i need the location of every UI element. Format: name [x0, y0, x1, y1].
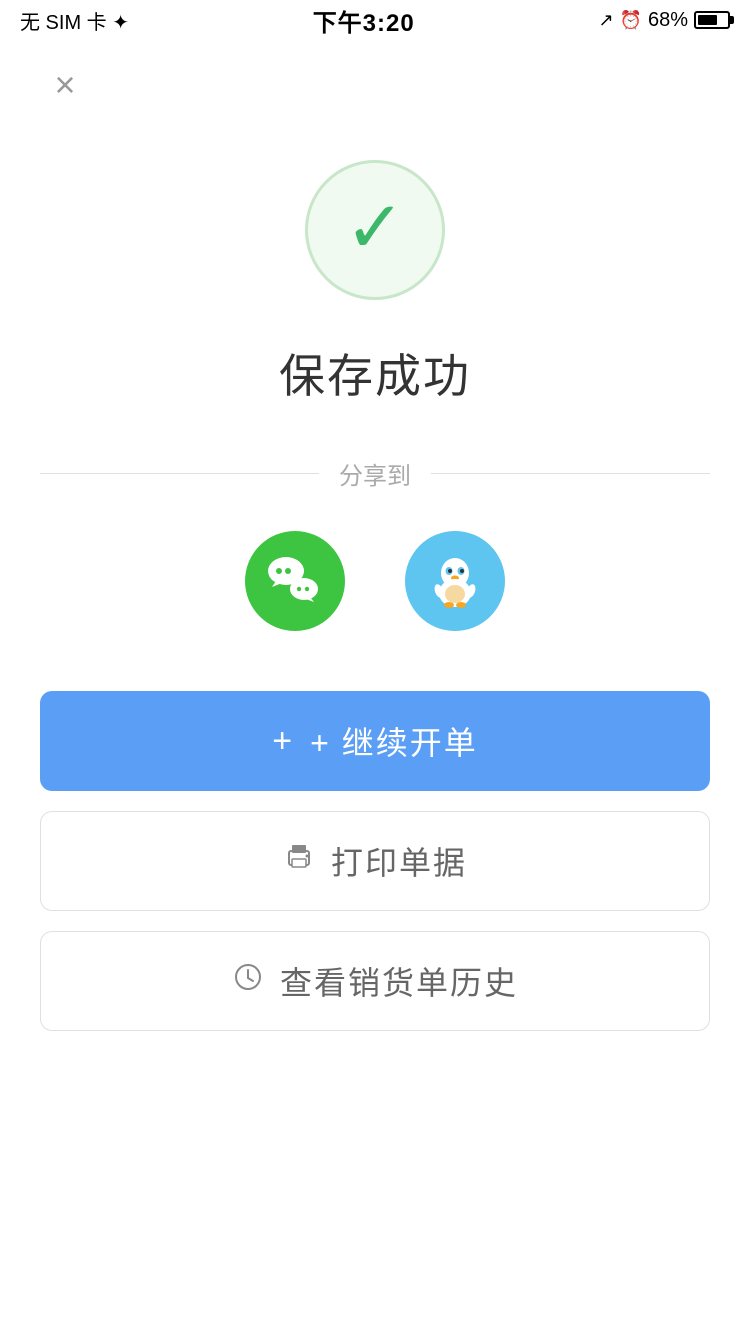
status-bar: 无 SIM 卡 ✦ 下午3:20 ↗ ⏰ 68%: [0, 0, 750, 40]
status-left: 无 SIM 卡 ✦: [20, 6, 129, 35]
wechat-icon: [266, 555, 324, 607]
battery-icon: [694, 11, 730, 29]
no-sim-text: 无 SIM 卡 ✦: [20, 6, 129, 35]
checkmark-icon: ✓: [345, 192, 405, 264]
actions-section: + + 继续开单 打印单据 查看销货单: [40, 691, 710, 1031]
share-icons-row: [245, 531, 505, 631]
divider-right: [431, 473, 710, 474]
alarm-icon: ⏰: [620, 10, 642, 31]
success-title: 保存成功: [279, 340, 471, 406]
status-time: 下午3:20: [313, 3, 415, 38]
battery-percent: 68%: [648, 9, 688, 32]
continue-label: + 继续开单: [310, 718, 478, 764]
main-content: × ✓ 保存成功 分享到: [0, 40, 750, 1334]
share-divider-row: 分享到: [40, 456, 710, 491]
close-icon: ×: [54, 67, 75, 103]
share-section: 分享到: [40, 456, 710, 631]
location-icon: ↗: [598, 10, 613, 31]
continue-button[interactable]: + + 继续开单: [40, 691, 710, 791]
history-button[interactable]: 查看销货单历史: [40, 931, 710, 1031]
plus-icon: +: [272, 722, 294, 761]
print-label: 打印单据: [331, 838, 467, 884]
printer-icon: [283, 841, 315, 881]
close-button[interactable]: ×: [40, 60, 90, 110]
share-label: 分享到: [339, 456, 411, 491]
qq-share-button[interactable]: [405, 531, 505, 631]
history-label: 查看销货单历史: [280, 958, 518, 1004]
status-right: ↗ ⏰ 68%: [598, 9, 730, 32]
divider-left: [40, 473, 319, 474]
wechat-share-button[interactable]: [245, 531, 345, 631]
qq-icon: [427, 553, 483, 609]
clock-icon: [232, 961, 264, 1001]
success-circle: ✓: [305, 160, 445, 300]
print-button[interactable]: 打印单据: [40, 811, 710, 911]
